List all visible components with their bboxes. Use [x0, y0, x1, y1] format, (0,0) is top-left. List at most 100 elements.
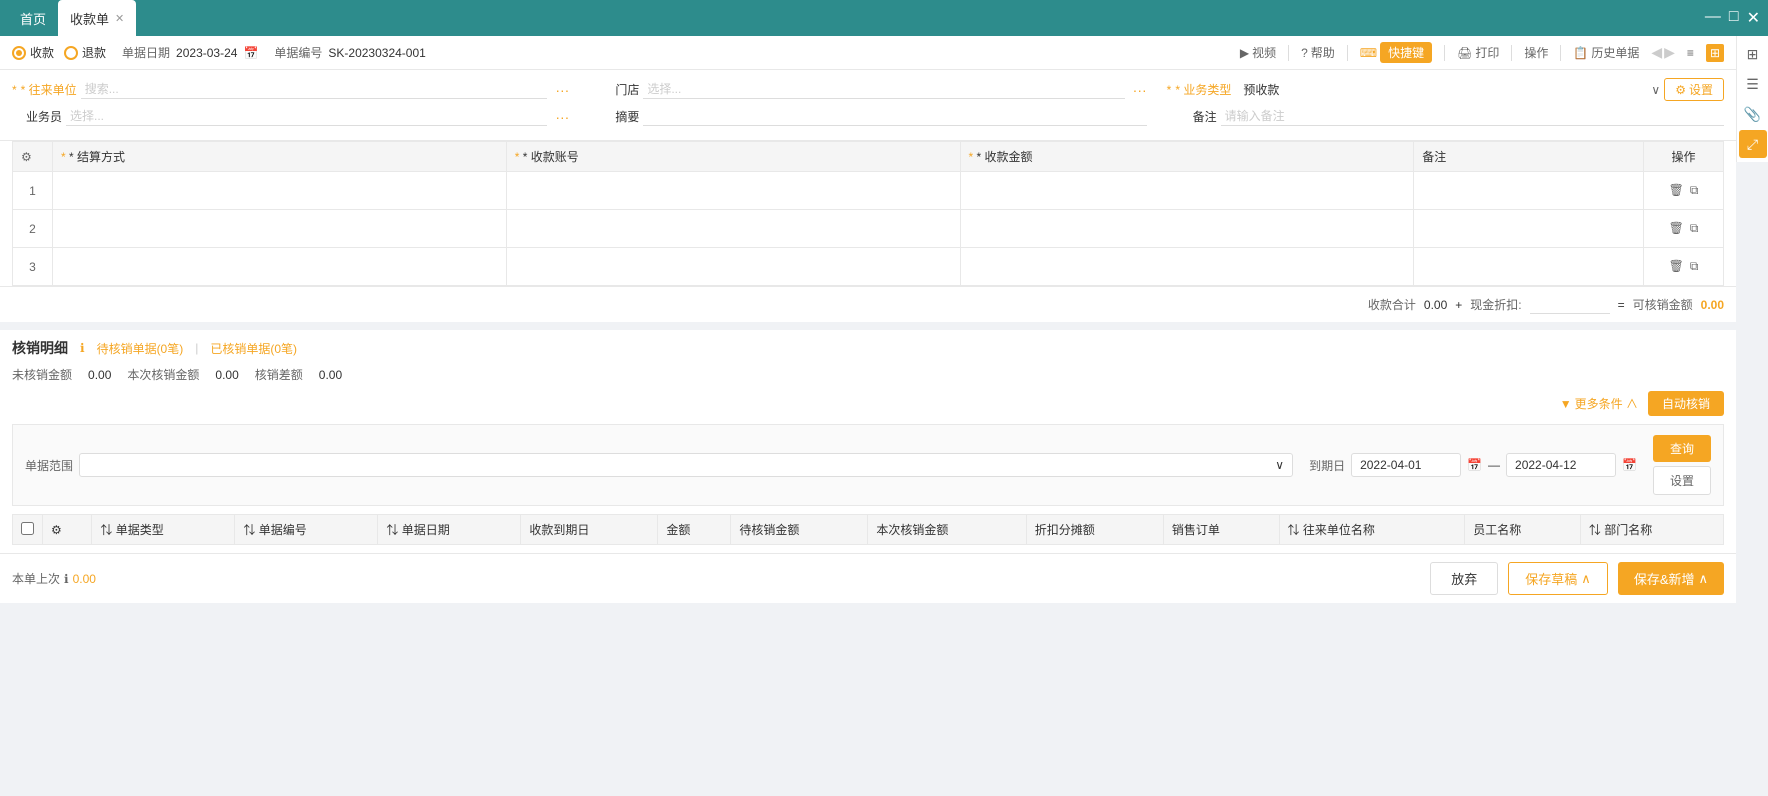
store-more-icon[interactable]: ··· [1133, 82, 1147, 98]
close-icon[interactable]: ✕ [1747, 8, 1760, 28]
cal-to-icon[interactable]: 📅 [1622, 458, 1637, 472]
save-draft-button[interactable]: 保存草稿 ∧ [1508, 562, 1608, 595]
radio-refund-dot [64, 46, 78, 60]
th-staff-name: 员工名称 [1465, 515, 1581, 545]
query-setting-button[interactable]: 设置 [1653, 466, 1711, 495]
current-writeoff-value: 0.00 [215, 368, 238, 382]
note-input[interactable] [1221, 107, 1724, 126]
more-conditions-btn[interactable]: ▼ 更多条件 ∧ [1560, 395, 1638, 412]
current-writeoff-label: 本次核销金额 [127, 366, 199, 383]
tab-receipt-label: 收款单 [70, 9, 109, 28]
nav-right-icon[interactable]: ▶ [1664, 44, 1675, 61]
nav-left-icon[interactable]: ◀ [1651, 44, 1662, 61]
minimize-icon[interactable]: — [1705, 8, 1721, 28]
sidebar-clip-icon[interactable]: 📎 [1739, 100, 1767, 128]
btype-req: * [1167, 83, 1172, 97]
row-2-account[interactable] [506, 210, 960, 248]
help-action[interactable]: ? 帮助 [1301, 44, 1335, 61]
row-3-amount[interactable] [960, 248, 1414, 286]
row-1-note[interactable] [1414, 172, 1644, 210]
row-1-copy-icon[interactable]: ⧉ [1690, 183, 1699, 198]
maximize-icon[interactable]: □ [1729, 8, 1739, 28]
save-new-button[interactable]: 保存&新增 ∧ [1618, 562, 1724, 595]
btype-value: 预收款 [1243, 81, 1647, 98]
sidebar-list-icon[interactable]: ☰ [1739, 70, 1767, 98]
radio-receipt[interactable]: 收款 [12, 44, 54, 61]
video-action[interactable]: ▶ 视频 [1240, 44, 1276, 61]
row-3-settlement[interactable] [53, 248, 507, 286]
sidebar-expand-icon[interactable]: ⤢ [1739, 130, 1767, 158]
layout-icon-grid[interactable]: ⊞ [1706, 44, 1724, 62]
table-gear-icon[interactable]: ⚙ [21, 150, 32, 164]
shortcut-label[interactable]: 快捷键 [1380, 42, 1432, 63]
cal-from-icon[interactable]: 📅 [1467, 458, 1482, 472]
bottom-gear-icon[interactable]: ⚙ [51, 523, 62, 537]
section-divider [0, 322, 1736, 330]
row-3-account[interactable] [506, 248, 960, 286]
row-2-amount[interactable] [960, 210, 1414, 248]
bottom-bar: 本单上次 ℹ 0.00 放弃 保存草稿 ∧ 保存&新增 ∧ [0, 553, 1736, 603]
select-all-checkbox[interactable] [21, 522, 34, 535]
row-1-settlement[interactable] [53, 172, 507, 210]
row-2-note[interactable] [1414, 210, 1644, 248]
calendar-icon[interactable]: 📅 [243, 46, 258, 60]
date-from-input[interactable] [1351, 453, 1461, 477]
staff-input[interactable] [66, 107, 547, 126]
store-input[interactable] [643, 80, 1124, 99]
unwritten-label: 未核销金额 [12, 366, 72, 383]
operate-action[interactable]: 操作 [1524, 44, 1548, 61]
layout-icon-list[interactable]: ≡ [1687, 46, 1694, 60]
radio-group: 收款 退款 [12, 44, 106, 61]
btype-arrow[interactable]: ∨ [1651, 83, 1660, 97]
row-3-copy-icon[interactable]: ⧉ [1690, 259, 1699, 274]
counterparty-req: * [12, 83, 17, 97]
counterparty-input[interactable] [81, 80, 548, 99]
tab-receipt[interactable]: 收款单 ✕ [58, 0, 136, 36]
staff-more-icon[interactable]: ··· [555, 109, 569, 125]
save-draft-arrow-icon[interactable]: ∧ [1581, 571, 1591, 587]
pending-tab-link[interactable]: 待核销单据(0笔) [97, 340, 184, 357]
th-pending: 待核销金额 [731, 515, 868, 545]
tab-close-icon[interactable]: ✕ [115, 12, 124, 25]
row-1-delete-icon[interactable]: 🗑 [1669, 183, 1684, 198]
query-form-row: 单据范围 ∨ 到期日 📅 — 📅 [25, 435, 1711, 495]
summary-input[interactable] [643, 107, 1146, 126]
row-3-delete-icon[interactable]: 🗑 [1669, 259, 1684, 274]
sidebar-table-icon[interactable]: ⊞ [1739, 40, 1767, 68]
tab-home[interactable]: 首页 [8, 0, 58, 36]
radio-refund[interactable]: 退款 [64, 44, 106, 61]
query-button[interactable]: 查询 [1653, 435, 1711, 462]
summary-label: 摘要 [589, 108, 639, 125]
reconcile-info-icon[interactable]: ℹ [80, 341, 85, 355]
divider4 [1511, 45, 1512, 61]
setting-button[interactable]: ⚙ 设置 [1664, 78, 1724, 101]
abandon-button[interactable]: 放弃 [1430, 562, 1498, 595]
row-3-note[interactable] [1414, 248, 1644, 286]
writeoff-diff-label: 核销差额 [255, 366, 303, 383]
prev-info-icon[interactable]: ℹ [64, 572, 69, 586]
date-to-input[interactable] [1506, 453, 1616, 477]
print-label: 打印 [1475, 44, 1499, 61]
range-select[interactable]: ∨ [79, 453, 1293, 477]
row-2-delete-icon[interactable]: 🗑 [1669, 221, 1684, 236]
row-2-settlement[interactable] [53, 210, 507, 248]
print-action[interactable]: 🖨 打印 [1457, 44, 1499, 61]
discount-input[interactable] [1530, 295, 1610, 314]
row-2-copy-icon[interactable]: ⧉ [1690, 221, 1699, 236]
date-range-separator: — [1488, 458, 1500, 472]
receipt-table: ⚙ * * 结算方式 * * 收款账号 * * 收款金额 [12, 141, 1724, 286]
row-1-account[interactable] [506, 172, 960, 210]
shortcut-action[interactable]: ⌨ 快捷键 [1360, 42, 1432, 63]
done-tab-link[interactable]: 已核销单据(0笔) [210, 340, 297, 357]
form-row-1: * * 往来单位 ··· 门店 ··· * * 业务类型 预收款 ∨ [12, 78, 1724, 101]
unwritten-value: 0.00 [88, 368, 111, 382]
row-1-amount[interactable] [960, 172, 1414, 210]
summary-field: 摘要 [589, 107, 1146, 126]
auto-writeoff-button[interactable]: 自动核销 [1648, 391, 1724, 416]
th-dept-name: ⇅ 部门名称 [1580, 515, 1723, 545]
history-action[interactable]: 📋 历史单据 [1573, 44, 1639, 61]
counterparty-more-icon[interactable]: ··· [555, 82, 569, 98]
save-new-arrow-icon[interactable]: ∧ [1698, 571, 1708, 587]
th-due-date: 收款到期日 [521, 515, 658, 545]
bottom-table: ⚙ ⇅ 单据类型 ⇅ 单据编号 ⇅ [12, 514, 1724, 545]
